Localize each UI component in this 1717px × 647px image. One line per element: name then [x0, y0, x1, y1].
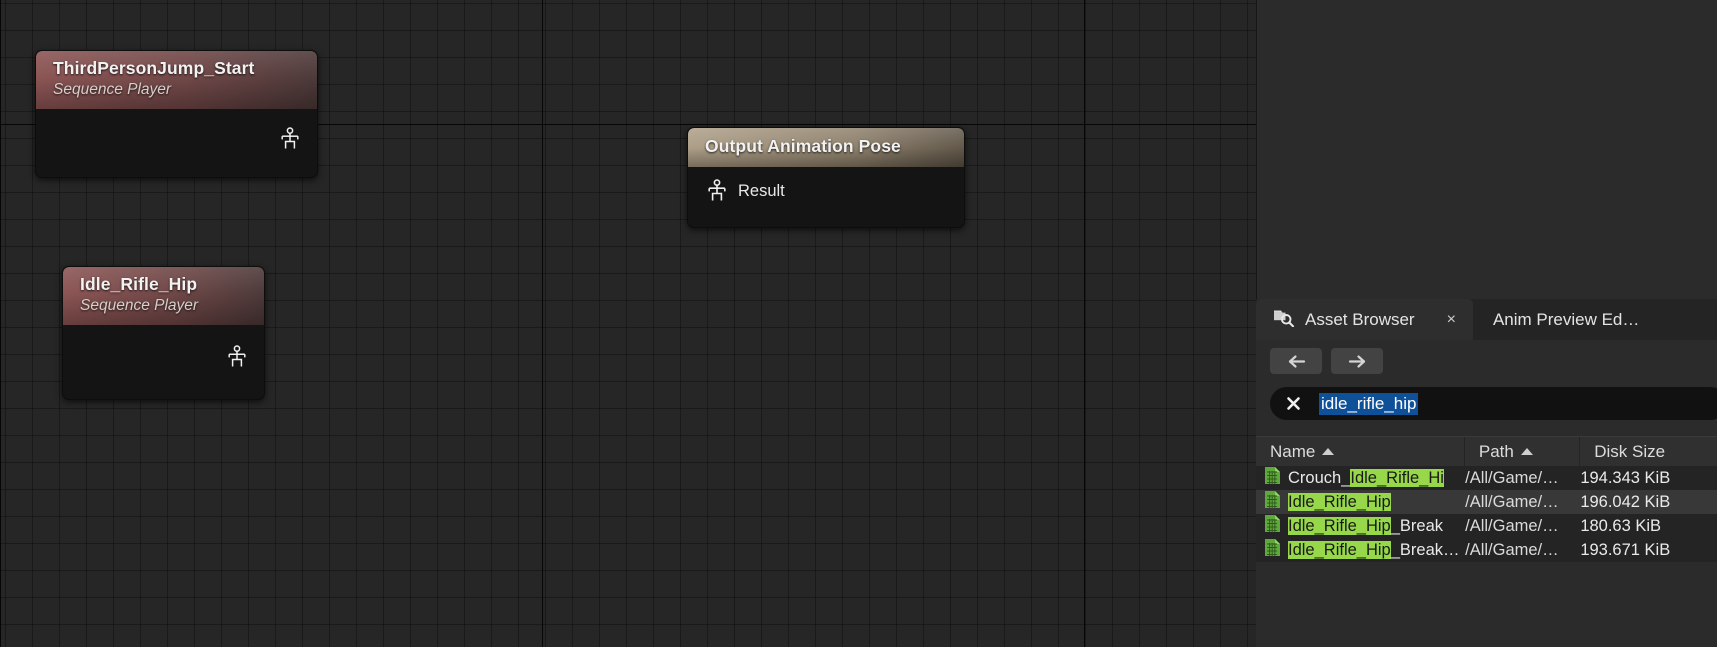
- tab-anim-preview-editor[interactable]: Anim Preview Ed…: [1473, 299, 1659, 340]
- animation-sequence-icon: [1264, 514, 1281, 538]
- search-match-highlight: Idle_Rifle_Hi: [1350, 468, 1444, 487]
- cell-name: Idle_Rifle_Hip_Break: [1256, 514, 1465, 538]
- node-subtitle: Sequence Player: [53, 81, 172, 98]
- cell-path: /All/Game/…: [1465, 540, 1559, 559]
- asset-name: Idle_Rifle_Hip: [1288, 492, 1391, 512]
- tab-asset-browser[interactable]: Asset Browser ×: [1256, 299, 1473, 340]
- search-match-highlight: Idle_Rifle_Hip: [1288, 492, 1391, 511]
- asset-search-row: idle_rifle_hip: [1256, 374, 1717, 420]
- cell-disk-size: 193.671 KiB: [1580, 540, 1671, 559]
- column-header-path[interactable]: Path: [1465, 436, 1581, 467]
- cell-name: Crouch_Idle_Rifle_Hi: [1256, 466, 1465, 490]
- node-body: [63, 324, 264, 397]
- column-label: Name: [1270, 441, 1316, 461]
- search-match-highlight: Idle_Rifle_Hip: [1288, 540, 1391, 559]
- pose-pin-icon[interactable]: [279, 126, 301, 151]
- back-button[interactable]: [1270, 348, 1322, 374]
- search-match-highlight: Idle_Rifle_Hip: [1288, 516, 1391, 535]
- search-input-value[interactable]: idle_rifle_hip: [1319, 392, 1419, 415]
- tab-label: Anim Preview Ed…: [1492, 309, 1640, 329]
- result-pin-row[interactable]: Result: [688, 167, 964, 203]
- table-row[interactable]: Idle_Rifle_Hip_Break… /All/Game/… 193.671 …: [1256, 538, 1717, 562]
- node-header: Idle_Rifle_Hip Sequence Player: [63, 267, 264, 325]
- animation-blueprint-editor: ThirdPersonJump_Start Sequence Player Id…: [0, 0, 1717, 647]
- node-header: Output Animation Pose: [688, 128, 964, 167]
- right-dock: Asset Browser × Anim Preview Ed… idle_ri…: [1256, 0, 1717, 647]
- asset-name: Idle_Rifle_Hip_Break: [1288, 516, 1444, 535]
- pose-pin-icon[interactable]: [226, 344, 248, 369]
- column-header-disk-size[interactable]: Disk Size: [1580, 437, 1717, 467]
- upper-viewport-pane: [1256, 0, 1717, 299]
- cell-disk-size: 196.042 KiB: [1580, 492, 1671, 511]
- animation-sequence-icon: [1264, 538, 1281, 562]
- column-label: Path: [1478, 441, 1514, 461]
- asset-browser-navbar: [1256, 340, 1717, 374]
- dock-tabstrip: Asset Browser × Anim Preview Ed…: [1256, 299, 1717, 340]
- sort-ascending-icon: [1520, 448, 1533, 455]
- asset-browser-body: idle_rifle_hip Name Path Disk Size Crouc…: [1256, 340, 1717, 647]
- cell-name: Idle_Rifle_Hip_Break…: [1256, 538, 1465, 562]
- column-label: Disk Size: [1594, 441, 1666, 461]
- graph-node-sequence-player[interactable]: ThirdPersonJump_Start Sequence Player: [35, 50, 318, 178]
- sort-ascending-icon: [1322, 448, 1335, 455]
- pose-pin-icon[interactable]: [706, 179, 728, 203]
- cell-disk-size: 194.343 KiB: [1580, 468, 1671, 487]
- cell-path: /All/Game/…: [1465, 468, 1559, 487]
- cell-disk-size: 180.63 KiB: [1580, 516, 1662, 535]
- asset-name: Crouch_Idle_Rifle_Hi: [1288, 468, 1444, 487]
- node-body: [36, 108, 317, 175]
- graph-node-output-animation-pose[interactable]: Output Animation Pose Result: [687, 127, 965, 228]
- asset-name: Idle_Rifle_Hip_Break…: [1288, 540, 1460, 559]
- result-pin-label: Result: [738, 181, 785, 200]
- node-title: ThirdPersonJump_Start: [53, 58, 255, 78]
- asset-browser-icon: [1273, 307, 1295, 332]
- forward-button[interactable]: [1331, 348, 1383, 374]
- animation-sequence-icon: [1264, 490, 1281, 514]
- node-subtitle: Sequence Player: [80, 297, 199, 314]
- cell-path: /All/Game/…: [1465, 492, 1559, 511]
- column-header-name[interactable]: Name: [1256, 436, 1465, 467]
- search-input[interactable]: idle_rifle_hip: [1270, 387, 1717, 420]
- clear-x-icon[interactable]: [1280, 391, 1306, 417]
- table-row[interactable]: Idle_Rifle_Hip_Break/All/Game/… 180.63 Ki…: [1256, 514, 1717, 538]
- cell-name: Idle_Rifle_Hip: [1256, 490, 1465, 514]
- asset-table-header: Name Path Disk Size: [1256, 436, 1717, 467]
- close-icon[interactable]: ×: [1447, 311, 1456, 328]
- graph-node-sequence-player[interactable]: Idle_Rifle_Hip Sequence Player: [62, 266, 265, 400]
- anim-graph-canvas[interactable]: ThirdPersonJump_Start Sequence Player Id…: [0, 0, 1256, 647]
- asset-table-rows: Crouch_Idle_Rifle_Hi/All/Game/… 194.343 K…: [1256, 466, 1717, 562]
- table-row[interactable]: Idle_Rifle_Hip/All/Game/… 196.042 KiB: [1256, 490, 1717, 514]
- node-body: Result: [688, 167, 964, 227]
- tab-label: Asset Browser: [1305, 309, 1415, 329]
- table-row[interactable]: Crouch_Idle_Rifle_Hi/All/Game/… 194.343 K…: [1256, 466, 1717, 490]
- node-header: ThirdPersonJump_Start Sequence Player: [36, 51, 317, 109]
- asset-browser-pane: Asset Browser × Anim Preview Ed… idle_ri…: [1256, 299, 1717, 647]
- node-title: Output Animation Pose: [705, 136, 901, 156]
- cell-path: /All/Game/…: [1465, 516, 1559, 535]
- node-title: Idle_Rifle_Hip: [80, 274, 198, 294]
- animation-sequence-icon: [1264, 466, 1281, 490]
